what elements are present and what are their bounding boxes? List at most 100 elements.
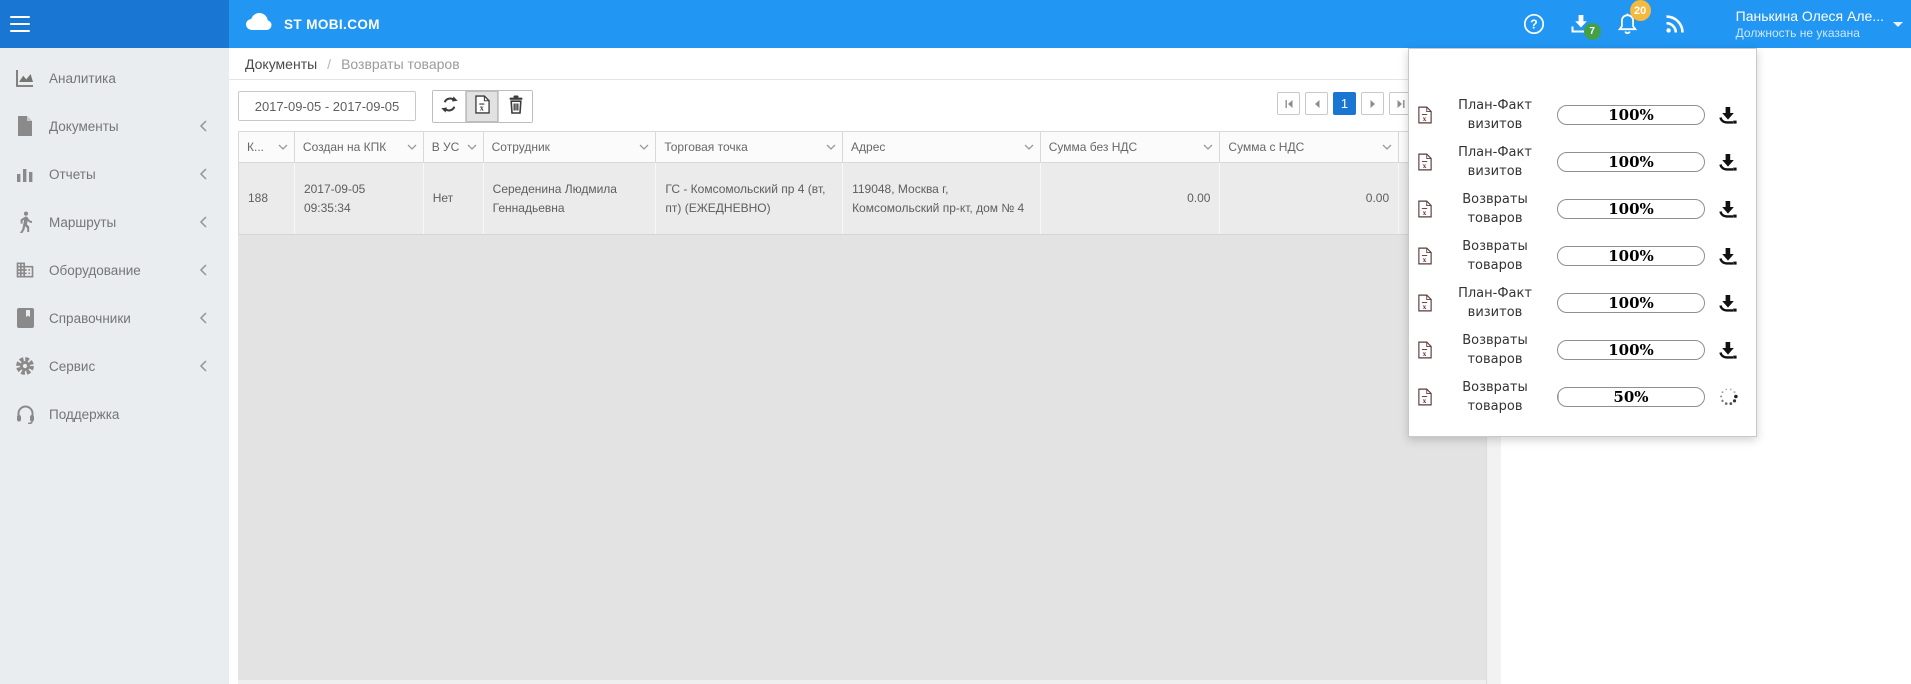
sidebar-item-directories[interactable]: Справочники xyxy=(0,294,229,342)
next-page-button[interactable] xyxy=(1361,92,1384,115)
downloads-icon[interactable]: 7 xyxy=(1568,11,1601,40)
download-item: x Возвраты товаров 100% xyxy=(1409,326,1756,373)
progress-bar: 100% xyxy=(1557,198,1705,219)
export-excel-button[interactable]: x xyxy=(466,91,499,122)
sidebar-item-reports[interactable]: Отчеты xyxy=(0,150,229,198)
topbar-actions: ? 7 20 Панькина Олеся Але... Должность н xyxy=(1500,0,1911,40)
menu-icon[interactable] xyxy=(10,16,30,32)
download-title: Возвраты товаров xyxy=(1462,238,1528,273)
cell-address: 119048, Москва г, Комсомольский пр-кт, д… xyxy=(843,163,1041,234)
download-file-button[interactable] xyxy=(1713,293,1743,313)
excel-file-icon: x xyxy=(1417,200,1433,218)
download-title: План-Факт визитов xyxy=(1458,97,1532,132)
progress-bar: 100% xyxy=(1557,151,1705,172)
bell-icon[interactable]: 20 xyxy=(1615,0,1651,37)
column-header-outlet[interactable]: Торговая точка xyxy=(656,132,844,162)
download-file-button[interactable] xyxy=(1713,152,1743,172)
help-icon[interactable]: ? xyxy=(1521,11,1547,37)
cell-created: 2017-09-05 09:35:34 xyxy=(295,163,424,234)
chevron-left-icon xyxy=(198,311,209,325)
progress-label: 100% xyxy=(1608,293,1654,312)
first-page-button[interactable] xyxy=(1277,92,1300,115)
refresh-icon xyxy=(440,95,459,119)
column-menu-icon[interactable] xyxy=(1024,143,1034,151)
svg-text:x: x xyxy=(1423,395,1427,404)
rss-icon[interactable] xyxy=(1662,11,1688,37)
gear-icon xyxy=(12,356,38,376)
column-header-address[interactable]: Адрес xyxy=(843,132,1041,162)
sidebar-item-support[interactable]: Поддержка xyxy=(0,390,229,438)
download-item: x Возвраты товаров 50% xyxy=(1409,373,1756,420)
progress-bar: 100% xyxy=(1557,245,1705,266)
date-range-input[interactable] xyxy=(238,91,416,121)
user-name: Панькина Олеся Але... xyxy=(1735,8,1884,24)
column-header-sum-no-vat[interactable]: Сумма без НДС xyxy=(1041,132,1221,162)
excel-file-icon: x xyxy=(1417,388,1433,406)
breadcrumb-parent[interactable]: Документы xyxy=(245,56,317,72)
svg-text:x: x xyxy=(479,103,483,112)
chevron-left-icon xyxy=(198,119,209,133)
progress-bar: 100% xyxy=(1557,339,1705,360)
download-item: x План-Факт визитов 100% xyxy=(1409,279,1756,326)
downloads-panel: x План-Факт визитов 100% x План-Факт виз… xyxy=(1408,48,1757,437)
svg-text:x: x xyxy=(1423,160,1427,169)
sidebar-item-documents[interactable]: Документы xyxy=(0,102,229,150)
chevron-left-icon xyxy=(198,359,209,373)
svg-text:x: x xyxy=(1423,254,1427,263)
delete-button[interactable] xyxy=(499,91,532,122)
spinner-icon xyxy=(1713,387,1743,406)
table-header: К... Создан на КПК В УС Сотрудник Торгов… xyxy=(238,131,1486,163)
sidebar-item-equipment[interactable]: Оборудование xyxy=(0,246,229,294)
progress-label: 100% xyxy=(1608,199,1654,218)
content: Документы / Возвраты товаров x xyxy=(229,48,1911,684)
breadcrumb-separator: / xyxy=(327,55,332,72)
table-row[interactable]: 188 2017-09-05 09:35:34 Нет Середенина Л… xyxy=(238,163,1486,235)
download-item: x План-Факт визитов 100% xyxy=(1409,91,1756,138)
cell-sum-no-vat: 0.00 xyxy=(1041,163,1221,234)
svg-text:x: x xyxy=(1423,348,1427,357)
excel-file-icon: x xyxy=(1417,247,1433,265)
breadcrumb-current: Возвраты товаров xyxy=(341,55,460,72)
column-menu-icon[interactable] xyxy=(467,143,477,151)
download-file-button[interactable] xyxy=(1713,246,1743,266)
user-role: Должность не указана xyxy=(1735,26,1860,40)
column-menu-icon[interactable] xyxy=(407,143,417,151)
topbar: ST MOBI.COM ? 7 20 Панькина Олеся Але...… xyxy=(0,0,1911,48)
column-menu-icon[interactable] xyxy=(1382,143,1392,151)
column-header-sum-vat[interactable]: Сумма с НДС xyxy=(1220,132,1400,162)
download-file-button[interactable] xyxy=(1713,105,1743,125)
column-menu-icon[interactable] xyxy=(639,143,649,151)
download-file-button[interactable] xyxy=(1713,199,1743,219)
headset-icon xyxy=(12,404,38,424)
sidebar-item-analytics[interactable]: Аналитика xyxy=(0,54,229,102)
column-menu-icon[interactable] xyxy=(826,143,836,151)
building-icon xyxy=(12,260,38,280)
download-title: План-Факт визитов xyxy=(1458,285,1532,320)
area-chart-icon xyxy=(12,67,38,89)
excel-file-icon: x xyxy=(1417,341,1433,359)
progress-bar: 100% xyxy=(1557,292,1705,313)
book-icon xyxy=(12,308,38,328)
column-menu-icon[interactable] xyxy=(1203,143,1213,151)
chevron-left-icon xyxy=(198,167,209,181)
column-header-code[interactable]: К... xyxy=(239,132,295,162)
downloads-badge: 7 xyxy=(1583,23,1601,40)
download-item: x План-Факт визитов 100% xyxy=(1409,138,1756,185)
breadcrumb: Документы / Возвраты товаров xyxy=(229,48,1501,80)
horizontal-scrollbar-track[interactable] xyxy=(238,680,1486,684)
download-file-button[interactable] xyxy=(1713,340,1743,360)
prev-page-button[interactable] xyxy=(1305,92,1328,115)
chevron-left-icon xyxy=(198,215,209,229)
sidebar-item-routes[interactable]: Маршруты xyxy=(0,198,229,246)
column-header-created[interactable]: Создан на КПК xyxy=(295,132,424,162)
download-item: x Возвраты товаров 100% xyxy=(1409,185,1756,232)
svg-text:x: x xyxy=(1423,207,1427,216)
column-menu-icon[interactable] xyxy=(278,143,288,151)
column-header-in-us[interactable]: В УС xyxy=(424,132,484,162)
refresh-button[interactable] xyxy=(433,91,466,122)
page-1-button[interactable]: 1 xyxy=(1333,92,1356,115)
sidebar-item-service[interactable]: Сервис xyxy=(0,342,229,390)
cell-outlet: ГС - Комсомольский пр 4 (вт, пт) (ЕЖЕДНЕ… xyxy=(656,163,844,234)
user-menu[interactable]: Панькина Олеся Але... Должность не указа… xyxy=(1736,8,1903,40)
column-header-employee[interactable]: Сотрудник xyxy=(484,132,657,162)
